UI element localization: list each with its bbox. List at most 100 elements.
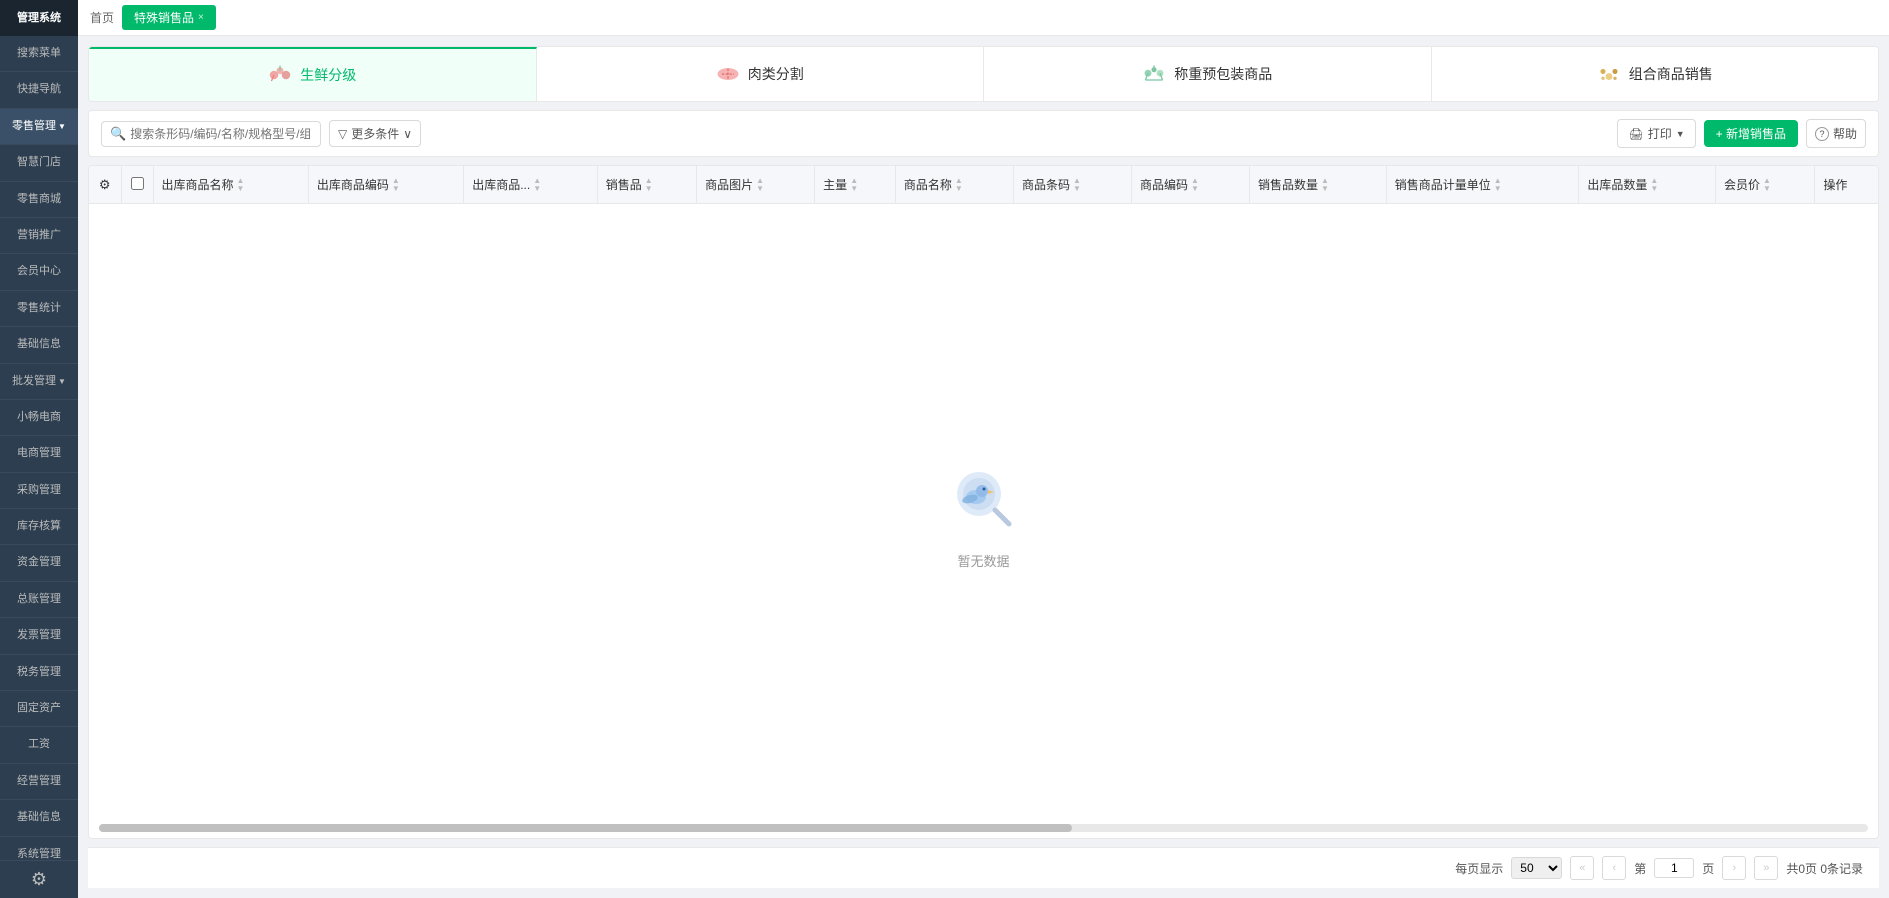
help-label: 帮助 xyxy=(1833,125,1857,142)
scrollbar-thumb[interactable] xyxy=(99,824,1072,832)
sidebar-item-basic-info2[interactable]: 基础信息 xyxy=(0,800,78,836)
col-label: 出库商品... xyxy=(472,176,530,193)
tab-combo-product[interactable]: 组合商品销售 xyxy=(1432,47,1879,101)
select-all-checkbox[interactable] xyxy=(131,177,144,190)
th-product-code[interactable]: 商品编码 ▲▼ xyxy=(1131,166,1249,204)
sidebar-item-search-menu[interactable]: 搜索菜单 xyxy=(0,36,78,72)
active-nav-tab[interactable]: 特殊销售品 × xyxy=(122,5,216,30)
total-records-label: 共0页 0条记录 xyxy=(1786,860,1863,877)
sort-icon[interactable]: ▲▼ xyxy=(955,177,963,193)
sidebar-item-operation-mgmt[interactable]: 经营管理 xyxy=(0,764,78,800)
th-sales-qty[interactable]: 销售品数量 ▲▼ xyxy=(1250,166,1387,204)
first-page-button[interactable]: « xyxy=(1570,856,1594,880)
sidebar-item-label: 智慧门店 xyxy=(17,156,61,168)
sidebar-item-basic-info[interactable]: 基础信息 xyxy=(0,327,78,363)
filter-button[interactable]: ▽ 更多条件 ∨ xyxy=(329,120,421,147)
th-member-price[interactable]: 会员价 ▲▼ xyxy=(1716,166,1815,204)
sidebar-logo: 管理系统 xyxy=(0,0,78,36)
prev-page-button[interactable]: ‹ xyxy=(1602,856,1626,880)
sidebar-item-capital-mgmt[interactable]: 资金管理 xyxy=(0,545,78,581)
th-product-image[interactable]: 商品图片 ▲▼ xyxy=(697,166,815,204)
home-breadcrumb[interactable]: 首页 xyxy=(90,9,114,26)
last-page-button[interactable]: » xyxy=(1754,856,1778,880)
th-checkbox[interactable] xyxy=(121,166,153,204)
add-button[interactable]: + 新增销售品 xyxy=(1704,120,1798,147)
sidebar-item-tax-mgmt[interactable]: 税务管理 xyxy=(0,655,78,691)
th-weight[interactable]: 主量 ▲▼ xyxy=(815,166,896,204)
th-out-product-code[interactable]: 出库商品编码 ▲▼ xyxy=(308,166,463,204)
next-page-icon: › xyxy=(1732,862,1736,874)
sidebar-item-label: 小畅电商 xyxy=(17,411,61,423)
prev-page-icon: ‹ xyxy=(1612,862,1616,874)
sidebar-item-ecom-mgmt[interactable]: 电商管理 xyxy=(0,436,78,472)
sort-icon[interactable]: ▲▼ xyxy=(237,177,245,193)
col-label: 会员价 xyxy=(1724,176,1760,193)
col-label: 商品编码 xyxy=(1140,176,1188,193)
main-content: 首页 特殊销售品 × 生鲜分级 xyxy=(78,0,1889,898)
filter-label: 更多条件 xyxy=(351,125,399,142)
th-sales-unit[interactable]: 销售商品计量单位 ▲▼ xyxy=(1386,166,1579,204)
filter-icon: ▽ xyxy=(338,127,347,141)
sort-icon[interactable]: ▲▼ xyxy=(756,177,764,193)
horizontal-scrollbar[interactable] xyxy=(99,824,1868,832)
next-page-button[interactable]: › xyxy=(1722,856,1746,880)
help-button[interactable]: ? 帮助 xyxy=(1806,119,1866,148)
sidebar-item-retail-mgmt[interactable]: 零售管理 ▼ xyxy=(0,109,78,145)
print-button[interactable]: 🖨 打印 ▼ xyxy=(1617,119,1695,148)
sidebar-item-smart-store[interactable]: 智慧门店 xyxy=(0,145,78,181)
sidebar-item-mini-ecom[interactable]: 小畅电商 xyxy=(0,400,78,436)
sort-icon[interactable]: ▲▼ xyxy=(645,177,653,193)
th-out-product-name[interactable]: 出库商品名称 ▲▼ xyxy=(153,166,308,204)
sidebar-item-label: 经营管理 xyxy=(17,775,61,787)
col-label: 销售商品计量单位 xyxy=(1395,176,1491,193)
gear-icon: ⚙ xyxy=(31,869,47,889)
sort-icon[interactable]: ▲▼ xyxy=(1650,177,1658,193)
sidebar-item-system-mgmt[interactable]: 系统管理 xyxy=(0,837,78,860)
sort-icon[interactable]: ▲▼ xyxy=(392,177,400,193)
sidebar-item-label: 系统管理 xyxy=(17,848,61,860)
th-product-name[interactable]: 商品名称 ▲▼ xyxy=(895,166,1013,204)
page-size-select[interactable]: 50 10 20 100 xyxy=(1511,857,1562,879)
sort-icon[interactable]: ▲▼ xyxy=(1191,177,1199,193)
sidebar-settings[interactable]: ⚙ xyxy=(0,860,78,898)
sidebar-item-fixed-assets[interactable]: 固定资产 xyxy=(0,691,78,727)
sidebar-item-general-ledger[interactable]: 总账管理 xyxy=(0,582,78,618)
column-settings-icon[interactable]: ⚙ xyxy=(99,177,111,192)
sidebar-item-label: 营销推广 xyxy=(17,229,61,241)
sort-icon[interactable]: ▲▼ xyxy=(1073,177,1081,193)
sort-icon[interactable]: ▲▼ xyxy=(850,177,858,193)
th-out-qty[interactable]: 出库品数量 ▲▼ xyxy=(1579,166,1716,204)
th-product-barcode[interactable]: 商品条码 ▲▼ xyxy=(1013,166,1131,204)
table-wrap: ⚙ 出库商品名称 ▲▼ 出库 xyxy=(88,165,1879,839)
sort-icon[interactable]: ▲▼ xyxy=(533,177,541,193)
sidebar-item-label: 发票管理 xyxy=(17,629,61,641)
sidebar-item-retail-mall[interactable]: 零售商城 xyxy=(0,182,78,218)
sidebar-item-salary[interactable]: 工资 xyxy=(0,727,78,763)
th-out-product-x[interactable]: 出库商品... ▲▼ xyxy=(464,166,598,204)
sidebar-item-sales-promo[interactable]: 营销推广 xyxy=(0,218,78,254)
tab-scale-pack[interactable]: 称重预包装商品 xyxy=(984,47,1432,101)
print-icon: 🖨 xyxy=(1628,127,1643,141)
logo-text: 管理系统 xyxy=(17,12,61,24)
sidebar-item-inventory[interactable]: 库存核算 xyxy=(0,509,78,545)
page-number-input[interactable] xyxy=(1654,858,1694,878)
sort-icon[interactable]: ▲▼ xyxy=(1321,177,1329,193)
th-gear[interactable]: ⚙ xyxy=(89,166,121,204)
sidebar-item-retail-stats[interactable]: 零售统计 xyxy=(0,291,78,327)
close-tab-icon[interactable]: × xyxy=(198,12,204,23)
sidebar-item-quick-nav[interactable]: 快捷导航 xyxy=(0,72,78,108)
page-of-label: 页 xyxy=(1702,860,1714,877)
col-label: 商品名称 xyxy=(904,176,952,193)
search-input-wrap[interactable]: 🔍 xyxy=(101,121,321,147)
sidebar-item-member-center[interactable]: 会员中心 xyxy=(0,254,78,290)
tab-meat-cut[interactable]: 肉类分割 xyxy=(537,47,985,101)
sidebar-item-purchase-mgmt[interactable]: 采购管理 xyxy=(0,473,78,509)
empty-icon xyxy=(944,459,1024,539)
th-sales-product[interactable]: 销售品 ▲▼ xyxy=(597,166,696,204)
search-input[interactable] xyxy=(130,127,310,141)
sidebar-item-invoice-mgmt[interactable]: 发票管理 xyxy=(0,618,78,654)
tab-fresh-grade[interactable]: 生鲜分级 xyxy=(89,47,537,101)
sidebar-item-wholesale-mgmt[interactable]: 批发管理 ▼ xyxy=(0,364,78,400)
sort-icon[interactable]: ▲▼ xyxy=(1494,177,1502,193)
sort-icon[interactable]: ▲▼ xyxy=(1763,177,1771,193)
